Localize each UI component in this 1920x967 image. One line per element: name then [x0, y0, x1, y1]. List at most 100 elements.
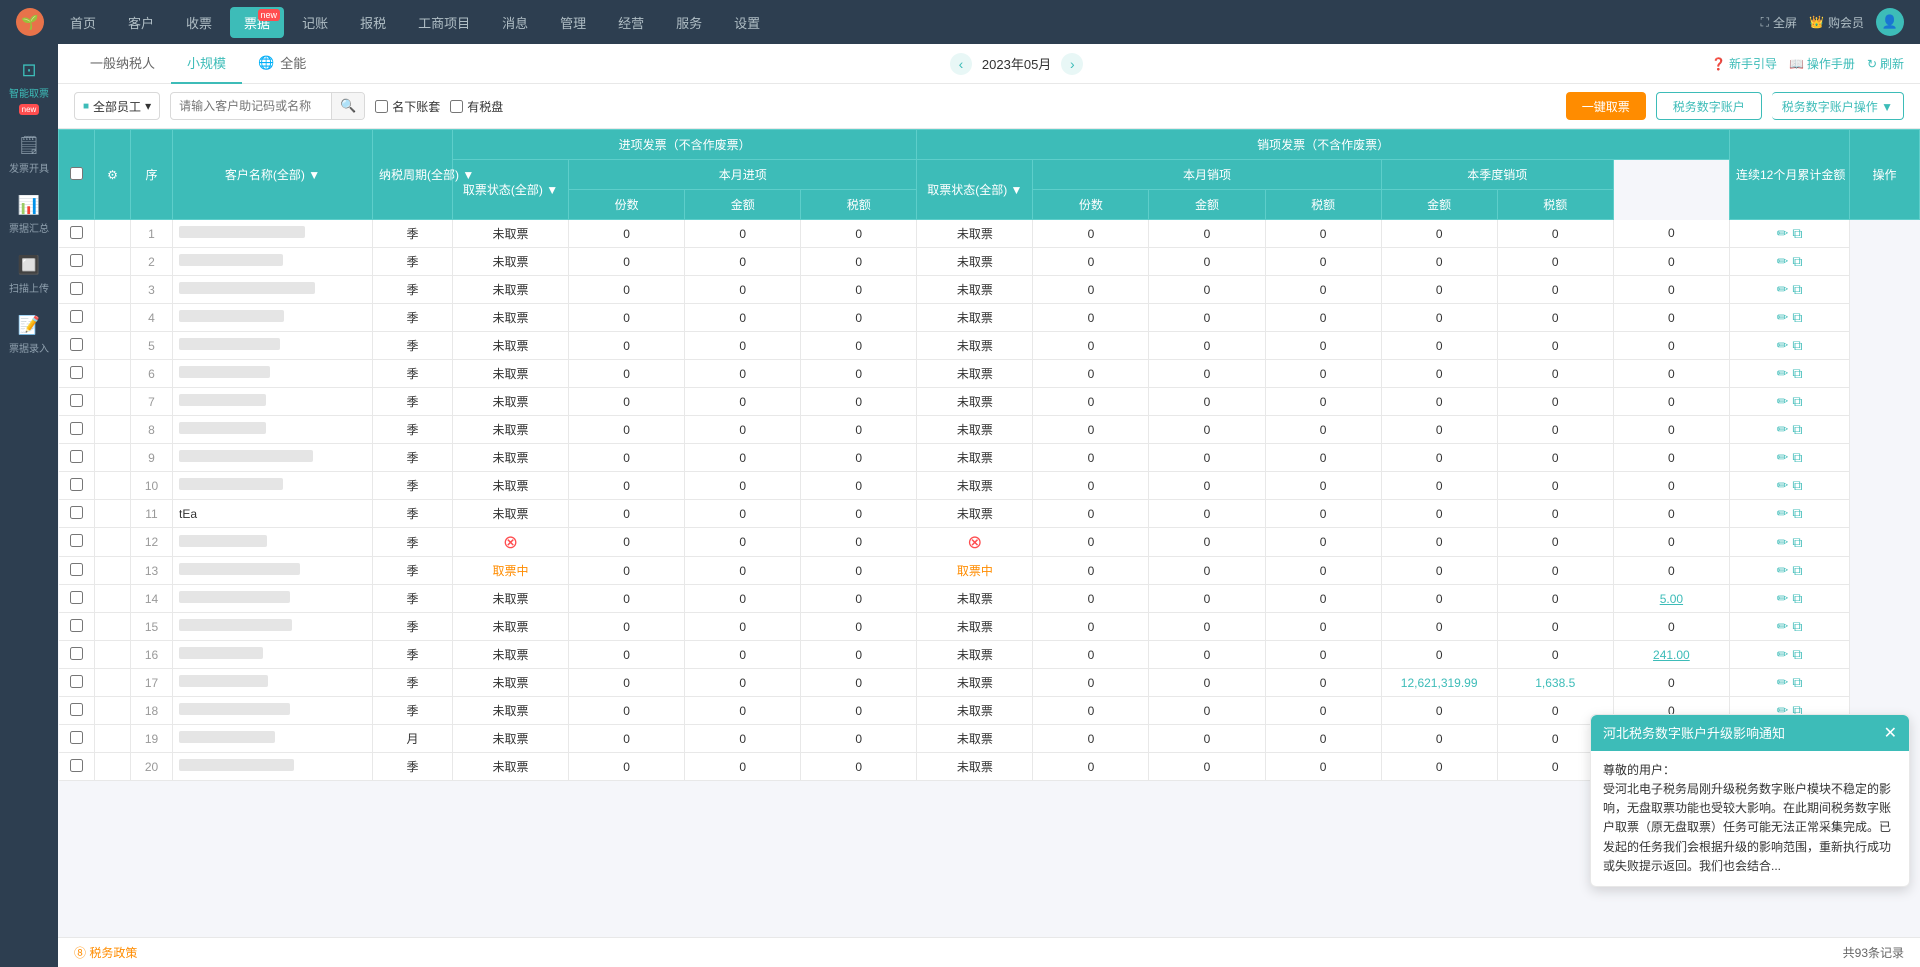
row-checkbox-cell[interactable]: [59, 557, 95, 585]
copy-icon[interactable]: ⧉: [1792, 421, 1802, 437]
row-checkbox[interactable]: [70, 422, 83, 435]
row-ops[interactable]: ✏⧉: [1730, 444, 1850, 472]
nav-business[interactable]: 工商项目: [404, 7, 484, 38]
select-all-checkbox[interactable]: [70, 167, 83, 180]
fullscreen-btn[interactable]: ⛶ 全屏: [1761, 14, 1797, 31]
row-customer-name[interactable]: [173, 557, 373, 585]
row-ops[interactable]: ✏⧉: [1730, 332, 1850, 360]
employee-filter[interactable]: ■ 全部员工 ▾: [74, 92, 160, 120]
manual-btn[interactable]: 📖 操作手册: [1789, 55, 1855, 72]
row-ops[interactable]: ✏⧉: [1730, 276, 1850, 304]
row-ops[interactable]: ✏⧉: [1730, 248, 1850, 276]
row-customer-name[interactable]: [173, 669, 373, 697]
row-checkbox[interactable]: [70, 563, 83, 576]
row-checkbox-cell[interactable]: [59, 753, 95, 781]
row-customer-name[interactable]: [173, 585, 373, 613]
row-checkbox[interactable]: [70, 450, 83, 463]
row-checkbox-cell[interactable]: [59, 332, 95, 360]
refresh-btn[interactable]: ↻ 刷新: [1867, 55, 1904, 72]
new-guide-btn[interactable]: ❓ 新手引导: [1711, 55, 1777, 72]
nav-settings[interactable]: 设置: [720, 7, 774, 38]
nav-ticket[interactable]: 票据 new: [230, 7, 284, 38]
row-ops[interactable]: ✏⧉: [1730, 304, 1850, 332]
prev-month-btn[interactable]: ‹: [950, 53, 972, 75]
digital-account-btn[interactable]: 税务数字账户: [1656, 92, 1762, 120]
edit-icon[interactable]: ✏: [1777, 618, 1789, 634]
down-account-filter[interactable]: 名下账套: [375, 98, 440, 115]
nav-message[interactable]: 消息: [488, 7, 542, 38]
row-checkbox-cell[interactable]: [59, 613, 95, 641]
row-customer-name[interactable]: [173, 304, 373, 332]
copy-icon[interactable]: ⧉: [1792, 253, 1802, 269]
row-checkbox[interactable]: [70, 647, 83, 660]
sidebar-item-smart-ticket[interactable]: ⊡ 智能取票 new: [0, 52, 58, 123]
row-checkbox-cell[interactable]: [59, 276, 95, 304]
row-customer-name[interactable]: [173, 753, 373, 781]
row-checkbox[interactable]: [70, 478, 83, 491]
nav-operation[interactable]: 经营: [604, 7, 658, 38]
copy-icon[interactable]: ⧉: [1792, 449, 1802, 465]
copy-icon[interactable]: ⧉: [1792, 225, 1802, 241]
copy-icon[interactable]: ⧉: [1792, 365, 1802, 381]
one-key-ticket-btn[interactable]: 一键取票: [1566, 92, 1646, 120]
row-customer-name[interactable]: [173, 472, 373, 500]
edit-icon[interactable]: ✏: [1777, 477, 1789, 493]
notification-close-btn[interactable]: ✕: [1884, 723, 1897, 743]
edit-icon[interactable]: ✏: [1777, 646, 1789, 662]
edit-icon[interactable]: ✏: [1777, 534, 1789, 550]
th-period[interactable]: 纳税周期(全部) ▼: [373, 130, 453, 220]
row-checkbox-cell[interactable]: [59, 388, 95, 416]
row-ops[interactable]: ✏⧉: [1730, 557, 1850, 585]
has-tax-disk-checkbox[interactable]: [450, 100, 463, 113]
row-checkbox[interactable]: [70, 675, 83, 688]
edit-icon[interactable]: ✏: [1777, 225, 1789, 241]
copy-icon[interactable]: ⧉: [1792, 646, 1802, 662]
member-btn[interactable]: 👑 购会员: [1809, 14, 1864, 31]
row-customer-name[interactable]: [173, 613, 373, 641]
search-button[interactable]: 🔍: [331, 92, 364, 120]
row-checkbox[interactable]: [70, 310, 83, 323]
row-ops[interactable]: ✏⧉: [1730, 585, 1850, 613]
row-ops[interactable]: ✏⧉: [1730, 472, 1850, 500]
row-checkbox-cell[interactable]: [59, 669, 95, 697]
row-checkbox[interactable]: [70, 619, 83, 632]
row-ops[interactable]: ✏⧉: [1730, 360, 1850, 388]
row-ops[interactable]: ✏⧉: [1730, 669, 1850, 697]
nav-receipt[interactable]: 收票: [172, 7, 226, 38]
th-name[interactable]: 客户名称(全部) ▼: [173, 130, 373, 220]
edit-icon[interactable]: ✏: [1777, 337, 1789, 353]
tab-small-scale[interactable]: 小规模: [171, 44, 242, 84]
row-checkbox[interactable]: [70, 731, 83, 744]
row-checkbox[interactable]: [70, 226, 83, 239]
sidebar-item-scan-upload[interactable]: 🔲 扫描上传: [0, 247, 58, 303]
copy-icon[interactable]: ⧉: [1792, 505, 1802, 521]
copy-icon[interactable]: ⧉: [1792, 309, 1802, 325]
edit-icon[interactable]: ✏: [1777, 281, 1789, 297]
row-customer-name[interactable]: [173, 416, 373, 444]
nav-customer[interactable]: 客户: [114, 7, 168, 38]
row-checkbox[interactable]: [70, 254, 83, 267]
edit-icon[interactable]: ✏: [1777, 365, 1789, 381]
row-customer-name[interactable]: [173, 725, 373, 753]
row-checkbox-cell[interactable]: [59, 500, 95, 528]
row-checkbox-cell[interactable]: [59, 528, 95, 557]
copy-icon[interactable]: ⧉: [1792, 562, 1802, 578]
row-customer-name[interactable]: [173, 332, 373, 360]
tab-all[interactable]: 🌐 全能: [242, 44, 322, 84]
row-checkbox-cell[interactable]: [59, 248, 95, 276]
row-checkbox[interactable]: [70, 759, 83, 772]
row-customer-name[interactable]: [173, 220, 373, 248]
down-account-checkbox[interactable]: [375, 100, 388, 113]
tax-policy-link[interactable]: ⑧ 税务政策: [74, 944, 137, 961]
row-ops[interactable]: ✏⧉: [1730, 388, 1850, 416]
edit-icon[interactable]: ✏: [1777, 393, 1789, 409]
row-checkbox-cell[interactable]: [59, 641, 95, 669]
th-out-status[interactable]: 取票状态(全部) ▼: [917, 160, 1033, 220]
row-checkbox-cell[interactable]: [59, 725, 95, 753]
next-month-btn[interactable]: ›: [1061, 53, 1083, 75]
nav-service[interactable]: 服务: [662, 7, 716, 38]
row-checkbox-cell[interactable]: [59, 416, 95, 444]
copy-icon[interactable]: ⧉: [1792, 477, 1802, 493]
row-checkbox-cell[interactable]: [59, 585, 95, 613]
row-ops[interactable]: ✏⧉: [1730, 528, 1850, 557]
